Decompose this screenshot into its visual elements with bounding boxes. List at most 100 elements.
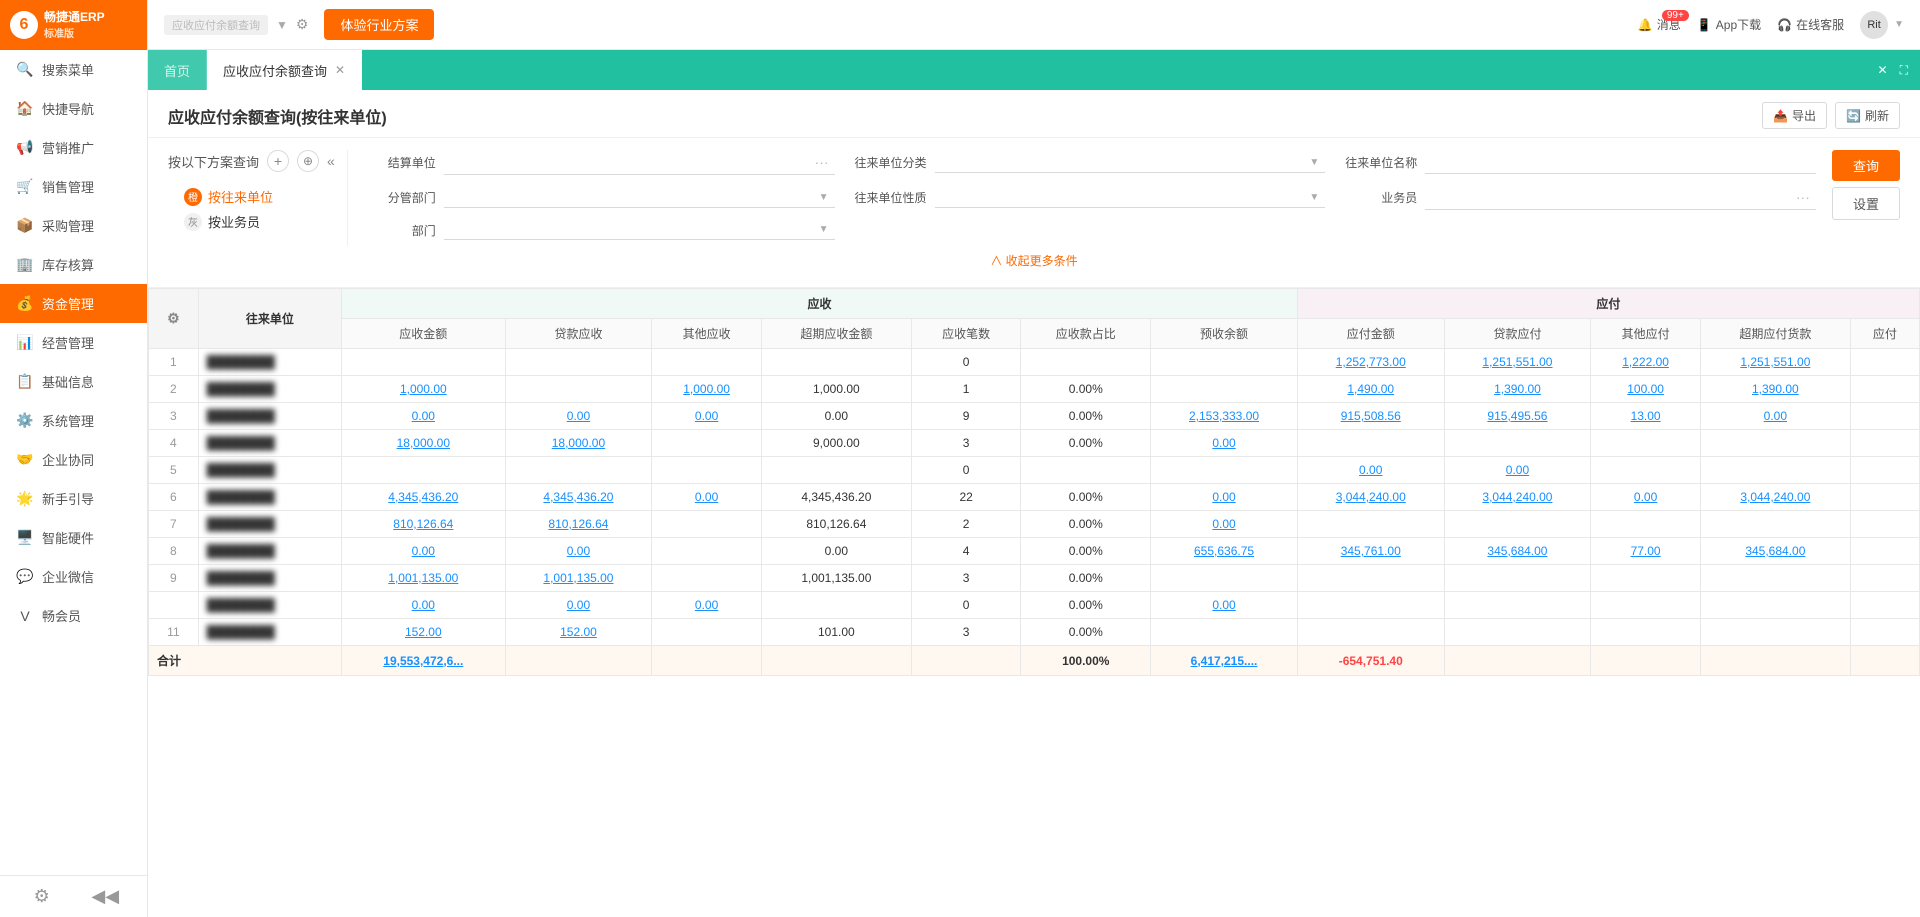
ap-other-cell[interactable]: 13.00 (1591, 403, 1701, 430)
ap-other-cell[interactable]: 1,222.00 (1591, 349, 1701, 376)
ap-other-cell[interactable] (1591, 430, 1701, 457)
ap-loan-cell[interactable] (1444, 592, 1591, 619)
export-button[interactable]: 📤 导出 (1762, 102, 1827, 129)
ar-loan-cell[interactable]: 152.00 (505, 619, 652, 646)
messages-button[interactable]: 🔔 消息 99+ (1638, 16, 1681, 33)
ar-loan-cell[interactable] (505, 376, 652, 403)
ap-amount-cell[interactable]: 345,761.00 (1297, 538, 1444, 565)
sidebar-item-vip[interactable]: V 畅会员 (0, 596, 147, 635)
footer-ar-prepay[interactable]: 6,417,215.... (1151, 646, 1298, 676)
ar-prepay-cell[interactable]: 0.00 (1151, 592, 1298, 619)
ar-amount-cell[interactable]: 1,000.00 (342, 376, 506, 403)
ar-other-cell[interactable]: 1,000.00 (652, 376, 762, 403)
ap-loan-cell[interactable] (1444, 619, 1591, 646)
sidebar-item-guide[interactable]: 🌟 新手引导 (0, 479, 147, 518)
ap-loan-cell[interactable]: 345,684.00 (1444, 538, 1591, 565)
ar-prepay-cell[interactable]: 655,636.75 (1151, 538, 1298, 565)
scheme-item-partner[interactable]: 橙 按往来单位 (176, 184, 335, 209)
query-button[interactable]: 查询 (1832, 150, 1900, 181)
ar-other-cell[interactable] (652, 457, 762, 484)
ar-loan-cell[interactable]: 810,126.64 (505, 511, 652, 538)
gear-icon[interactable]: ⚙ (296, 16, 309, 33)
ar-prepay-cell[interactable]: 0.00 (1151, 430, 1298, 457)
footer-ar-amount[interactable]: 19,553,472,6... (342, 646, 506, 676)
ar-other-cell[interactable] (652, 349, 762, 376)
ar-amount-cell[interactable] (342, 349, 506, 376)
ar-prepay-cell[interactable]: 0.00 (1151, 484, 1298, 511)
collapse-more-bar[interactable]: ∧ 收起更多条件 (168, 246, 1900, 275)
ar-other-cell[interactable] (652, 565, 762, 592)
ar-other-cell[interactable] (652, 619, 762, 646)
ar-amount-cell[interactable]: 4,345,436.20 (342, 484, 506, 511)
ap-overdue-cell[interactable] (1700, 511, 1850, 538)
ar-prepay-cell[interactable] (1151, 457, 1298, 484)
topbar-dropdown-icon[interactable]: ▼ (276, 18, 288, 32)
ap-amount-cell[interactable] (1297, 511, 1444, 538)
table-settings-icon[interactable]: ⚙ (167, 310, 180, 326)
ap-loan-cell[interactable] (1444, 565, 1591, 592)
collapse-scheme-button[interactable]: « (327, 153, 335, 169)
ap-loan-cell[interactable]: 1,251,551.00 (1444, 349, 1591, 376)
ar-loan-cell[interactable]: 0.00 (505, 403, 652, 430)
ar-amount-cell[interactable]: 810,126.64 (342, 511, 506, 538)
sidebar-settings-button[interactable]: ⚙ (10, 886, 74, 907)
sidebar-item-finance[interactable]: 💰 资金管理 (0, 284, 147, 323)
sidebar-item-system[interactable]: ⚙️ 系统管理 (0, 401, 147, 440)
tab-close-icon[interactable]: ✕ (335, 63, 345, 77)
ap-loan-cell[interactable] (1444, 430, 1591, 457)
ap-amount-cell[interactable]: 3,044,240.00 (1297, 484, 1444, 511)
ap-amount-cell[interactable] (1297, 619, 1444, 646)
sidebar-item-quick-nav[interactable]: 🏠 快捷导航 (0, 89, 147, 128)
ar-other-cell[interactable] (652, 430, 762, 457)
ap-amount-cell[interactable] (1297, 565, 1444, 592)
partner-category-select[interactable]: ▼ (935, 153, 1326, 173)
ap-loan-cell[interactable]: 3,044,240.00 (1444, 484, 1591, 511)
ap-overdue-cell[interactable]: 0.00 (1700, 403, 1850, 430)
ap-overdue-cell[interactable] (1700, 565, 1850, 592)
ar-prepay-cell[interactable] (1151, 349, 1298, 376)
ap-other-cell[interactable] (1591, 619, 1701, 646)
ar-other-cell[interactable] (652, 538, 762, 565)
ar-loan-cell[interactable]: 0.00 (505, 538, 652, 565)
ar-other-cell[interactable]: 0.00 (652, 403, 762, 430)
sidebar-item-inventory[interactable]: 🏢 库存核算 (0, 245, 147, 284)
ap-other-cell[interactable] (1591, 457, 1701, 484)
ar-prepay-cell[interactable]: 2,153,333.00 (1151, 403, 1298, 430)
scheme-item-salesperson[interactable]: 灰 按业务员 (176, 209, 335, 234)
sidebar-item-search-menu[interactable]: 🔍 搜索菜单 (0, 50, 147, 89)
ap-overdue-cell[interactable] (1700, 457, 1850, 484)
ap-amount-cell[interactable]: 0.00 (1297, 457, 1444, 484)
sidebar-item-purchase[interactable]: 📦 采购管理 (0, 206, 147, 245)
ar-prepay-cell[interactable]: 0.00 (1151, 511, 1298, 538)
dept-manager-select[interactable]: ▼ (444, 188, 835, 208)
ar-prepay-cell[interactable] (1151, 565, 1298, 592)
dept-select[interactable]: ▼ (444, 220, 835, 240)
ap-overdue-cell[interactable]: 1,390.00 (1700, 376, 1850, 403)
ar-loan-cell[interactable] (505, 457, 652, 484)
settings-button[interactable]: 设置 (1832, 187, 1900, 220)
ap-overdue-cell[interactable] (1700, 619, 1850, 646)
user-menu[interactable]: Rit ▼ (1860, 11, 1904, 39)
sidebar-item-wechat[interactable]: 💬 企业微信 (0, 557, 147, 596)
ar-loan-cell[interactable]: 18,000.00 (505, 430, 652, 457)
tab-home[interactable]: 首页 (148, 50, 207, 90)
sidebar-collapse-button[interactable]: ◀◀ (74, 886, 138, 907)
ar-other-cell[interactable]: 0.00 (652, 484, 762, 511)
sidebar-item-basic[interactable]: 📋 基础信息 (0, 362, 147, 401)
online-service-button[interactable]: 🎧 在线客服 (1777, 16, 1844, 33)
ap-overdue-cell[interactable] (1700, 592, 1850, 619)
ap-loan-cell[interactable]: 915,495.56 (1444, 403, 1591, 430)
ar-amount-cell[interactable]: 0.00 (342, 538, 506, 565)
sidebar-item-sales[interactable]: 🛒 销售管理 (0, 167, 147, 206)
tab-ar-ap-query[interactable]: 应收应付余额查询 ✕ (207, 50, 362, 90)
ar-amount-cell[interactable]: 0.00 (342, 592, 506, 619)
refresh-button[interactable]: 🔄 刷新 (1835, 102, 1900, 129)
ar-amount-cell[interactable]: 1,001,135.00 (342, 565, 506, 592)
ar-amount-cell[interactable]: 152.00 (342, 619, 506, 646)
ap-other-cell[interactable]: 0.00 (1591, 484, 1701, 511)
ar-other-cell[interactable] (652, 511, 762, 538)
ap-amount-cell[interactable]: 915,508.56 (1297, 403, 1444, 430)
add-scheme-button[interactable]: + (267, 150, 289, 172)
sidebar-item-marketing[interactable]: 📢 营销推广 (0, 128, 147, 167)
ap-amount-cell[interactable]: 1,490.00 (1297, 376, 1444, 403)
